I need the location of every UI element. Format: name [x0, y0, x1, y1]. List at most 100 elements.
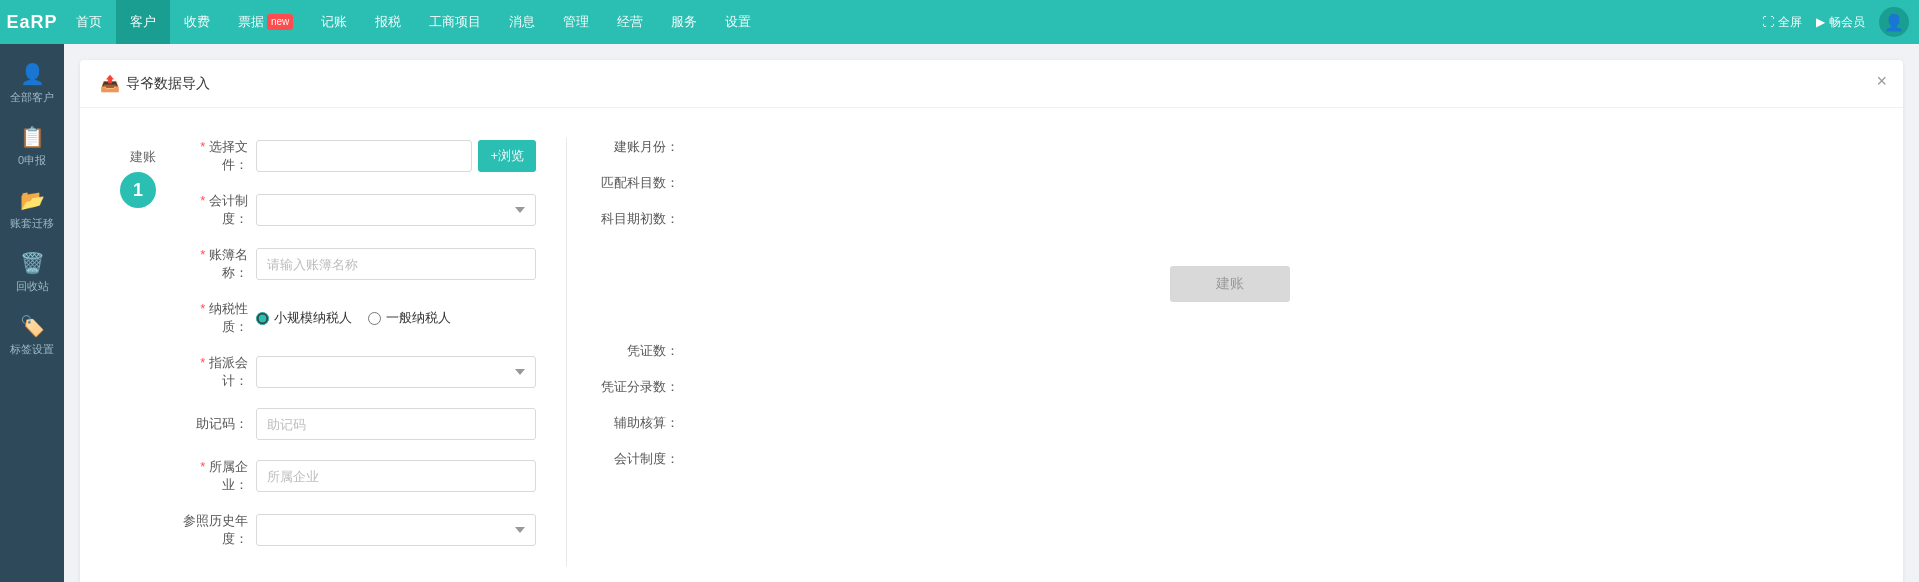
avatar[interactable]: 👤 — [1879, 7, 1909, 37]
nav-badge-new: new — [267, 14, 293, 30]
nav-label-services: 服务 — [671, 13, 697, 31]
declaration-icon: 📋 — [20, 125, 45, 149]
play-icon: ▶ — [1816, 15, 1825, 29]
ledger-name-input[interactable] — [256, 248, 536, 280]
sidebar-item-recycle[interactable]: 🗑️ 回收站 — [0, 241, 64, 304]
memo-code-row: 助记码： — [176, 408, 536, 440]
info-voucher-entries-label: 凭证分录数： — [597, 378, 687, 396]
accounting-system-select[interactable] — [256, 194, 536, 226]
sidebar-label-recycle: 回收站 — [16, 279, 49, 294]
info-match-subjects: 匹配科目数： — [597, 174, 1863, 192]
fullscreen-btn[interactable]: ⛶ 全屏 — [1762, 14, 1802, 31]
nav-item-business[interactable]: 工商项目 — [415, 0, 495, 44]
nav-item-messages[interactable]: 消息 — [495, 0, 549, 44]
nav-label-operations: 经营 — [617, 13, 643, 31]
import-icon: 📤 — [100, 74, 120, 93]
main-layout: 👤 全部客户 📋 0申报 📂 账套迁移 🗑️ 回收站 🏷️ 标签设置 📤 导爷数… — [0, 44, 1919, 582]
file-input[interactable] — [256, 140, 472, 172]
sidebar-item-tags[interactable]: 🏷️ 标签设置 — [0, 304, 64, 367]
info-vouchers: 凭证数： — [597, 342, 1863, 360]
accountant-row: 指派会计： — [176, 354, 536, 390]
info-accounting-month-label: 建账月份： — [597, 138, 687, 156]
company-row: 所属企业： — [176, 458, 536, 494]
info-initial-subjects-label: 科目期初数： — [597, 210, 687, 228]
fullscreen-icon: ⛶ — [1762, 15, 1774, 29]
nav-label-messages: 消息 — [509, 13, 535, 31]
radio-small-label: 小规模纳税人 — [274, 309, 352, 327]
step-indicator: 建账 1 — [120, 138, 176, 566]
sidebar: 👤 全部客户 📋 0申报 📂 账套迁移 🗑️ 回收站 🏷️ 标签设置 — [0, 44, 64, 582]
nav-item-customers[interactable]: 客户 — [116, 0, 170, 44]
fullscreen-label: 全屏 — [1778, 14, 1802, 31]
radio-small-input[interactable] — [256, 312, 269, 325]
step-label: 建账 — [130, 148, 156, 166]
info-accounting-system-label: 会计制度： — [597, 450, 687, 468]
nav-item-services[interactable]: 服务 — [657, 0, 711, 44]
nav-item-invoices[interactable]: 票据 new — [224, 0, 307, 44]
radio-general-taxpayer[interactable]: 一般纳税人 — [368, 309, 451, 327]
nav-item-admin[interactable]: 管理 — [549, 0, 603, 44]
accounting-system-row: 会计制度： — [176, 192, 536, 228]
form-divider — [566, 138, 567, 566]
info-accounting-system: 会计制度： — [597, 450, 1863, 468]
logo[interactable]: EaRP — [10, 0, 54, 44]
nav-label-bookkeeping: 记账 — [321, 13, 347, 31]
nav-right: ⛶ 全屏 ▶ 畅会员 👤 — [1762, 7, 1909, 37]
memo-code-label: 助记码： — [176, 415, 256, 433]
ledger-name-row: 账簿名称： — [176, 246, 536, 282]
nav-label-settings: 设置 — [725, 13, 751, 31]
file-select-row: 选择文件： +浏览 — [176, 138, 536, 174]
sidebar-item-declaration[interactable]: 📋 0申报 — [0, 115, 64, 178]
form-container: 建账 1 选择文件： +浏览 会计制度： — [80, 108, 1903, 582]
nav-label-invoices: 票据 — [238, 13, 264, 31]
reference-year-row: 参照历史年度： — [176, 512, 536, 548]
step-circle: 1 — [120, 172, 156, 208]
file-label: 选择文件： — [176, 138, 256, 174]
tax-type-row: 纳税性质： 小规模纳税人 一般纳税人 — [176, 300, 536, 336]
create-account-button[interactable]: 建账 — [1170, 266, 1290, 302]
sidebar-label-all-customers: 全部客户 — [10, 90, 54, 105]
nav-item-operations[interactable]: 经营 — [603, 0, 657, 44]
reference-year-select[interactable] — [256, 514, 536, 546]
migration-icon: 📂 — [20, 188, 45, 212]
radio-general-input[interactable] — [368, 312, 381, 325]
info-vouchers-label: 凭证数： — [597, 342, 687, 360]
top-nav: EaRP 首页 客户 收费 票据 new 记账 报税 工商项目 消息 管理 经营… — [0, 0, 1919, 44]
tax-type-label: 纳税性质： — [176, 300, 256, 336]
nav-item-fees[interactable]: 收费 — [170, 0, 224, 44]
panel-header: 📤 导爷数据导入 × — [80, 60, 1903, 108]
info-initial-subjects: 科目期初数： — [597, 210, 1863, 228]
accountant-select[interactable] — [256, 356, 536, 388]
form-section-right: 建账月份： 匹配科目数： 科目期初数： 建账 — [597, 138, 1863, 566]
form-section-left: 选择文件： +浏览 会计制度： — [176, 138, 536, 566]
member-btn[interactable]: ▶ 畅会员 — [1816, 14, 1865, 31]
company-input[interactable] — [256, 460, 536, 492]
recycle-icon: 🗑️ — [20, 251, 45, 275]
nav-label-admin: 管理 — [563, 13, 589, 31]
nav-label-customers: 客户 — [130, 13, 156, 31]
nav-item-settings[interactable]: 设置 — [711, 0, 765, 44]
logo-text: EaRP — [6, 12, 57, 33]
nav-item-tax[interactable]: 报税 — [361, 0, 415, 44]
radio-small-taxpayer[interactable]: 小规模纳税人 — [256, 309, 352, 327]
accountant-label: 指派会计： — [176, 354, 256, 390]
browse-button[interactable]: +浏览 — [478, 140, 536, 172]
member-label: 畅会员 — [1829, 14, 1865, 31]
company-label: 所属企业： — [176, 458, 256, 494]
info-aux-calculation: 辅助核算： — [597, 414, 1863, 432]
close-button[interactable]: × — [1876, 72, 1887, 90]
panel-title: 导爷数据导入 — [126, 75, 210, 93]
info-accounting-month: 建账月份： — [597, 138, 1863, 156]
nav-item-home[interactable]: 首页 — [62, 0, 116, 44]
nav-label-tax: 报税 — [375, 13, 401, 31]
nav-label-fees: 收费 — [184, 13, 210, 31]
avatar-icon: 👤 — [1884, 13, 1904, 32]
file-row: +浏览 — [256, 140, 536, 172]
tags-icon: 🏷️ — [20, 314, 45, 338]
nav-item-bookkeeping[interactable]: 记账 — [307, 0, 361, 44]
sidebar-item-all-customers[interactable]: 👤 全部客户 — [0, 52, 64, 115]
memo-code-input[interactable] — [256, 408, 536, 440]
info-aux-calculation-label: 辅助核算： — [597, 414, 687, 432]
sidebar-item-migration[interactable]: 📂 账套迁移 — [0, 178, 64, 241]
info-voucher-entries: 凭证分录数： — [597, 378, 1863, 396]
